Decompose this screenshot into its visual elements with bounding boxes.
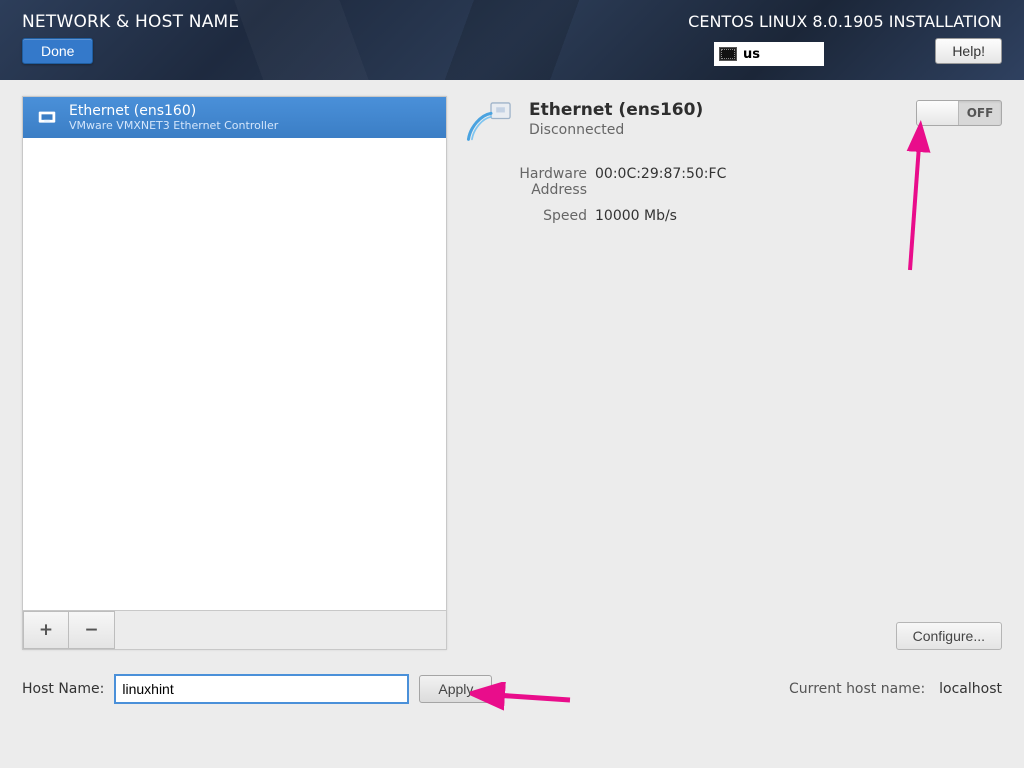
hw-address-value: 00:0C:29:87:50:FC [595,166,1002,198]
keyboard-layout-indicator[interactable]: us [714,42,824,66]
device-detail-panel: Ethernet (ens160) Disconnected OFF Hardw… [465,96,1002,650]
header-bar: NETWORK & HOST NAME CENTOS LINUX 8.0.190… [0,0,1024,80]
ethernet-icon [33,104,61,132]
remove-device-button[interactable]: − [69,611,115,649]
configure-button[interactable]: Configure... [896,622,1002,650]
done-button[interactable]: Done [22,38,93,64]
toggle-label: OFF [959,101,1001,125]
toolbar-spacer [115,611,446,649]
hostname-bar: Host Name: Apply Current host name: loca… [0,660,1024,704]
screen-title: NETWORK & HOST NAME [22,12,239,32]
hostname-input[interactable] [114,674,409,704]
workspace: Ethernet (ens160) VMware VMXNET3 Etherne… [0,80,1024,660]
add-device-button[interactable]: + [23,611,69,649]
toggle-knob [917,101,959,125]
device-name: Ethernet (ens160) [69,103,278,119]
apply-button[interactable]: Apply [419,675,492,703]
device-controller: VMware VMXNET3 Ethernet Controller [69,119,278,132]
connection-status: Disconnected [529,122,703,138]
hostname-label: Host Name: [22,681,104,697]
current-hostname-value: localhost [939,681,1002,697]
speed-label: Speed [465,208,587,224]
hw-address-label: Hardware Address [465,166,587,198]
keyboard-layout-label: us [743,47,760,62]
device-item-ethernet[interactable]: Ethernet (ens160) VMware VMXNET3 Etherne… [23,97,446,138]
keyboard-icon [719,47,737,61]
installer-title: CENTOS LINUX 8.0.1905 INSTALLATION [688,12,1002,31]
connection-info: Hardware Address 00:0C:29:87:50:FC Speed… [465,166,1002,224]
device-list-panel: Ethernet (ens160) VMware VMXNET3 Etherne… [22,96,447,650]
current-hostname-label: Current host name: [789,681,925,697]
help-button[interactable]: Help! [935,38,1002,64]
connection-toggle[interactable]: OFF [916,100,1002,126]
network-cable-icon [465,100,517,144]
device-list-toolbar: + − [23,610,446,649]
speed-value: 10000 Mb/s [595,208,1002,224]
device-list[interactable]: Ethernet (ens160) VMware VMXNET3 Etherne… [23,97,446,610]
connection-title: Ethernet (ens160) [529,100,703,120]
